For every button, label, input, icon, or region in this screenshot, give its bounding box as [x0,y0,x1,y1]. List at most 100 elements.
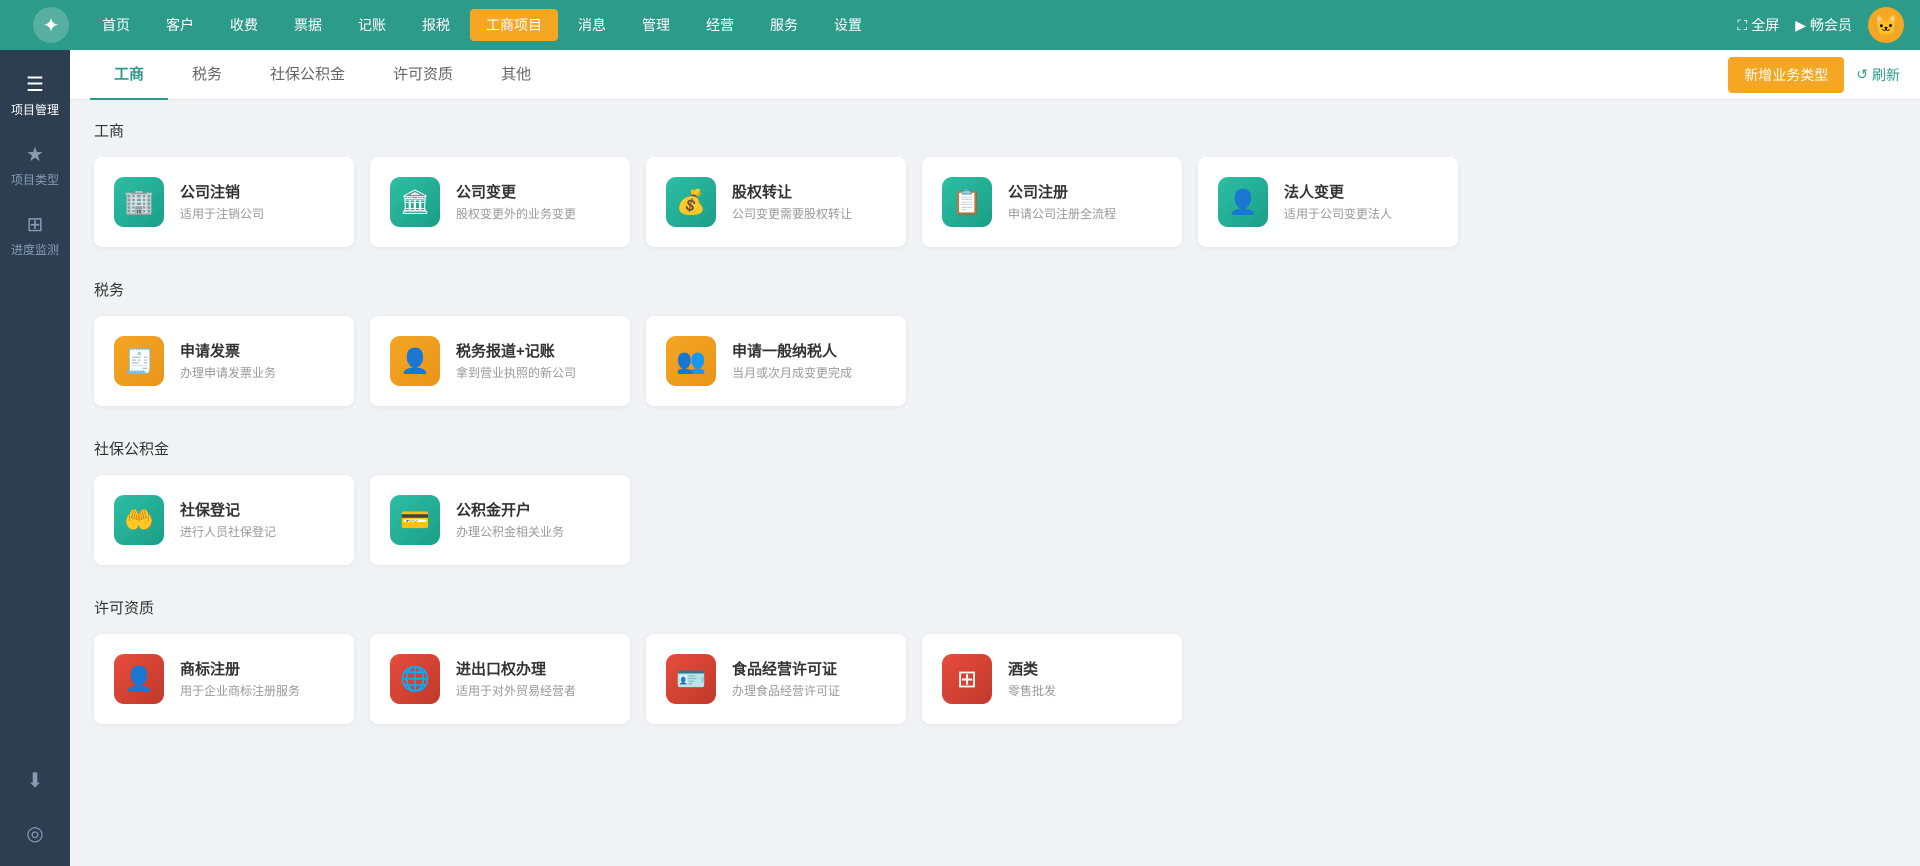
service-card[interactable]: 🏛公司变更股权变更外的业务变更 [370,157,630,247]
logo-area: ✦ [16,7,86,43]
card-icon: 👤 [114,654,164,704]
nav-item-收费[interactable]: 收费 [214,9,274,41]
card-desc: 零售批发 [1008,683,1162,700]
nav-item-消息[interactable]: 消息 [562,9,622,41]
nav-right-area: ⛶ 全屏 ▶ 畅会员 🐱 [1737,7,1904,43]
card-icon: 🪪 [666,654,716,704]
service-card[interactable]: 🏢公司注销适用于注销公司 [94,157,354,247]
service-card[interactable]: 👤 税务报道+记账拿到营业执照的新公司 [370,316,630,406]
card-info: 股权转让公司变更需要股权转让 [732,181,886,223]
refresh-label: 刷新 [1872,65,1900,85]
section-title: 税务 [94,279,1896,300]
sidebar-bottom: ⬇ ◎ [16,758,53,856]
service-card[interactable]: 👤商标注册用于企业商标注册服务 [94,634,354,724]
card-title: 食品经营许可证 [732,658,886,679]
sidebar-item-progress-monitor[interactable]: ⊞ 进度监测 [0,200,70,270]
card-title: 申请一般纳税人 [732,340,886,361]
card-desc: 股权变更外的业务变更 [456,206,610,223]
cards-grid: 🏢公司注销适用于注销公司🏛公司变更股权变更外的业务变更 💰 股权转让公司变更需要股权… [94,157,1896,247]
cards-grid: 🧾申请发票办理申请发票业务👤税务报道+记账拿到营业执照的新公司👥申请一般纳税人当… [94,316,1896,406]
nav-item-设置[interactable]: 设置 [818,9,878,41]
nav-item-记账[interactable]: 记账 [342,9,402,41]
service-card[interactable]: 💳公积金开户办理公积金相关业务 [370,475,630,565]
card-info: 公司注册申请公司注册全流程 [1008,181,1162,223]
service-card[interactable]: 💰 股权转让公司变更需要股权转让 [646,157,906,247]
nav-item-报税[interactable]: 报税 [406,9,466,41]
nav-item-首页[interactable]: 首页 [86,9,146,41]
tab-社保公积金[interactable]: 社保公积金 [246,50,369,100]
tab-许可资质[interactable]: 许可资质 [369,50,477,100]
card-title: 法人变更 [1284,181,1438,202]
top-navigation: ✦ 首页客户收费票据记账报税工商项目消息管理经营服务设置 ⛶ 全屏 ▶ 畅会员 … [0,0,1920,50]
card-info: 酒类零售批发 [1008,658,1162,700]
card-title: 股权转让 [732,181,886,202]
sidebar-item-label: 进度监测 [11,241,59,258]
card-info: 公积金开户办理公积金相关业务 [456,499,610,541]
card-title: 税务报道+记账 [456,340,610,361]
nav-item-经营[interactable]: 经营 [690,9,750,41]
service-card[interactable]: 🤲社保登记进行人员社保登记 [94,475,354,565]
section-税务: 税务🧾申请发票办理申请发票业务👤税务报道+记账拿到营业执照的新公司👥申请一般纳税… [94,279,1896,406]
tab-items: 工商税务社保公积金许可资质其他 [90,50,1728,100]
card-icon: 👤 [1218,177,1268,227]
service-card[interactable]: 📋 公司注册申请公司注册全流程 [922,157,1182,247]
card-desc: 申请公司注册全流程 [1008,206,1162,223]
card-info: 税务报道+记账拿到营业执照的新公司 [456,340,610,382]
fullscreen-icon: ⛶ [1737,17,1747,34]
nav-item-票据[interactable]: 票据 [278,9,338,41]
service-card[interactable]: 👥申请一般纳税人当月或次月成变更完成 [646,316,906,406]
main-layout: ☰ 项目管理 ★ 项目类型 ⊞ 进度监测 ⬇ ◎ 工商税务社保公积金许可资质其他… [0,50,1920,866]
card-info: 申请发票办理申请发票业务 [180,340,334,382]
tab-税务[interactable]: 税务 [168,50,246,100]
refresh-button[interactable]: ↺ 刷新 [1856,65,1900,85]
service-card[interactable]: 🧾申请发票办理申请发票业务 [94,316,354,406]
member-button[interactable]: ▶ 畅会员 [1795,15,1852,35]
service-card[interactable]: 👤法人变更适用于公司变更法人 [1198,157,1458,247]
section-title: 许可资质 [94,597,1896,618]
card-title: 社保登记 [180,499,334,520]
tab-actions: 新增业务类型 ↺ 刷新 [1728,57,1900,93]
nav-item-服务[interactable]: 服务 [754,9,814,41]
card-info: 申请一般纳税人当月或次月成变更完成 [732,340,886,382]
section-社保公积金: 社保公积金 🤲社保登记进行人员社保登记💳公积金开户办理公积金相关业务 [94,438,1896,565]
card-title: 申请发票 [180,340,334,361]
fullscreen-button[interactable]: ⛶ 全屏 [1737,15,1779,35]
tab-其他[interactable]: 其他 [477,50,555,100]
service-card[interactable]: ⊞酒类零售批发 [922,634,1182,724]
nav-item-管理[interactable]: 管理 [626,9,686,41]
project-type-icon: ★ [26,142,44,167]
nav-item-工商项目[interactable]: 工商项目 [470,9,558,41]
member-label: 畅会员 [1810,15,1852,35]
download-icon[interactable]: ⬇ [17,758,54,803]
cards-grid: 🤲社保登记进行人员社保登记💳公积金开户办理公积金相关业务 [94,475,1896,565]
service-card[interactable]: 🌐进出口权办理适用于对外贸易经营者 [370,634,630,724]
section-title: 社保公积金 [94,438,1896,459]
sidebar-item-project-type[interactable]: ★ 项目类型 [0,130,70,200]
progress-monitor-icon: ⊞ [27,212,44,237]
tab-工商[interactable]: 工商 [90,50,168,100]
card-icon: 💰 [666,177,716,227]
card-title: 公司注册 [1008,181,1162,202]
card-icon: 📋 [942,177,992,227]
avatar[interactable]: 🐱 [1868,7,1904,43]
nav-item-客户[interactable]: 客户 [150,9,210,41]
add-business-type-button[interactable]: 新增业务类型 [1728,57,1844,93]
section-title: 工商 [94,120,1896,141]
card-icon: 👤 [390,336,440,386]
card-desc: 适用于对外贸易经营者 [456,683,610,700]
card-info: 进出口权办理适用于对外贸易经营者 [456,658,610,700]
service-card[interactable]: 🪪食品经营许可证办理食品经营许可证 [646,634,906,724]
sidebar-item-project-management[interactable]: ☰ 项目管理 [0,60,70,130]
cards-grid: 👤商标注册用于企业商标注册服务🌐进出口权办理适用于对外贸易经营者🪪食品经营许可证… [94,634,1896,724]
logo-icon: ✦ [33,7,69,43]
scroll-content: 工商 🏢公司注销适用于注销公司🏛公司变更股权变更外的业务变更 💰 股权转让公司变更需要… [70,100,1920,866]
card-desc: 拿到营业执照的新公司 [456,365,610,382]
card-title: 商标注册 [180,658,334,679]
card-title: 公积金开户 [456,499,610,520]
card-desc: 当月或次月成变更完成 [732,365,886,382]
content-area: 工商税务社保公积金许可资质其他 新增业务类型 ↺ 刷新 工商🏢公司注销适用于注销… [70,50,1920,866]
location-icon[interactable]: ◎ [16,811,53,856]
card-title: 公司注销 [180,181,334,202]
card-info: 社保登记进行人员社保登记 [180,499,334,541]
member-icon: ▶ [1795,17,1806,34]
